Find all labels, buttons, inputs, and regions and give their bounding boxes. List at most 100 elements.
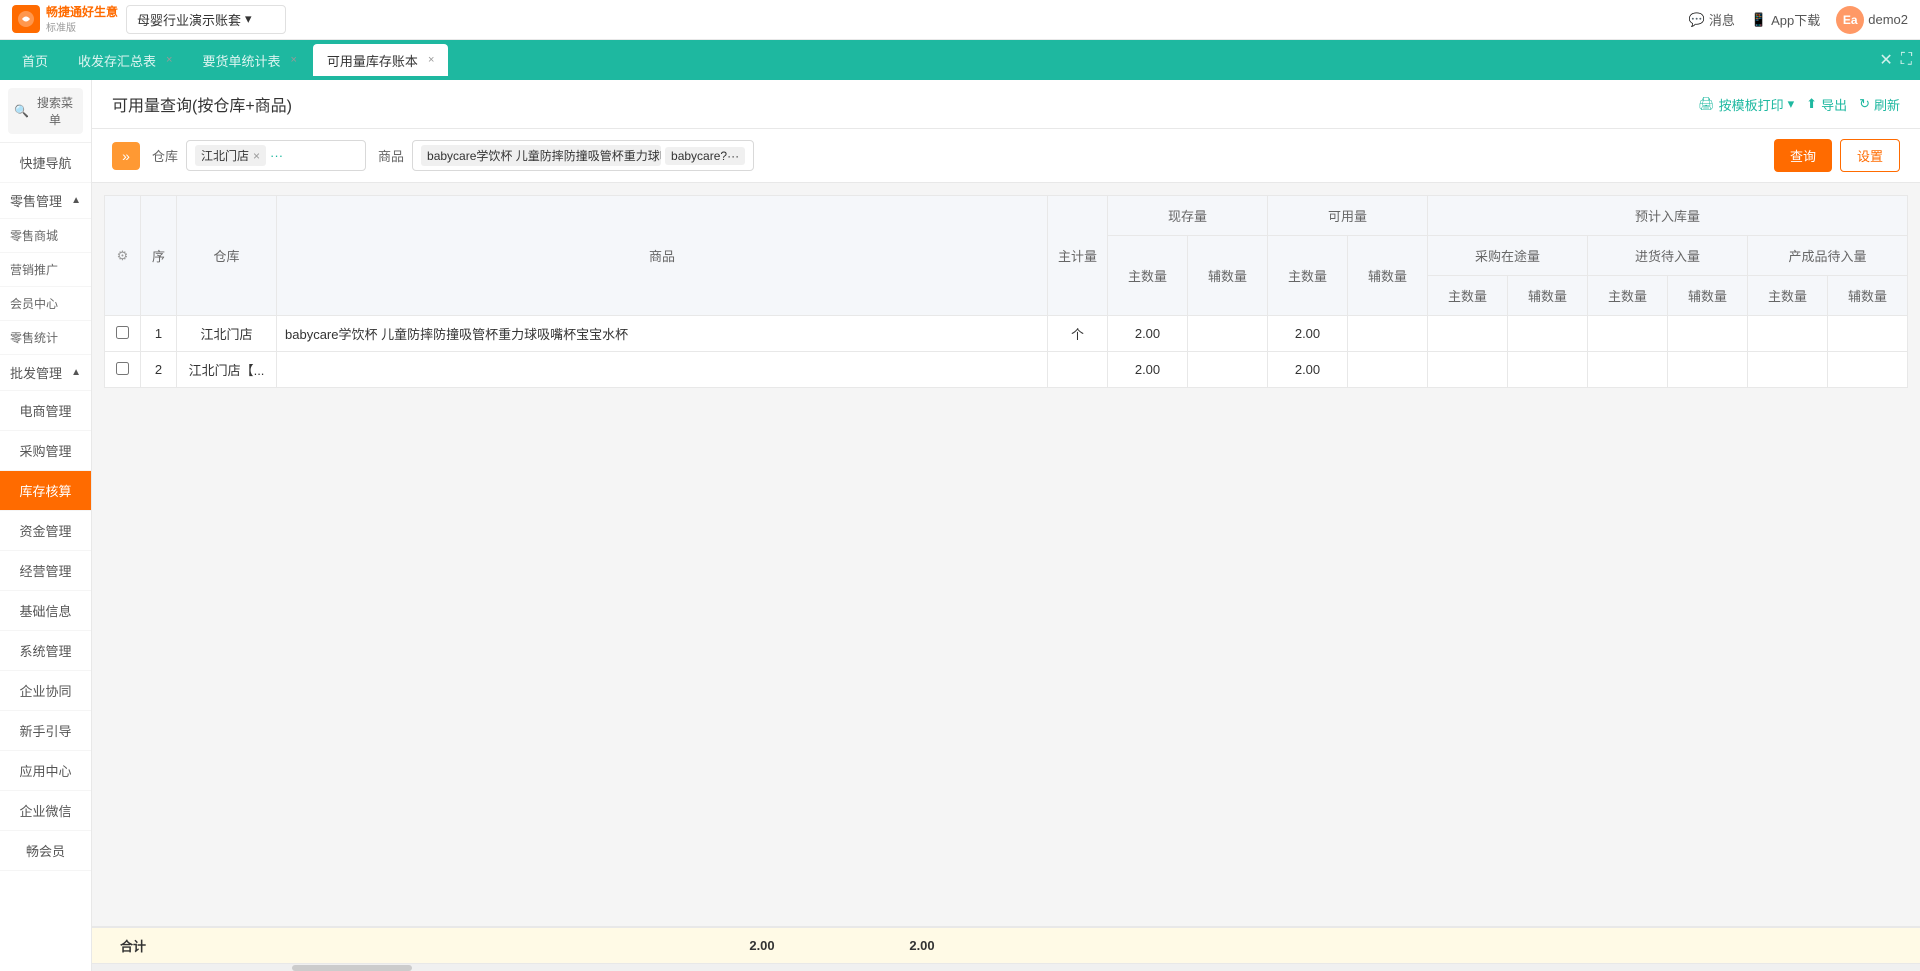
retail-mgmt-arrow: ▲ bbox=[71, 195, 81, 206]
content-area: 可用量查询(按仓库+商品) 🖨 按模板打印 ▾ ⬆ 导出 ↻ 刷新 bbox=[92, 80, 1920, 971]
row-1-production-main bbox=[1748, 352, 1828, 388]
tab1-close[interactable]: × bbox=[166, 54, 172, 66]
col-warehouse-header: 仓库 bbox=[177, 196, 277, 316]
tab3-close[interactable]: × bbox=[428, 54, 434, 66]
col-settings-header[interactable]: ⚙ bbox=[105, 196, 141, 316]
sidebar-item-purchase-mgmt[interactable]: 采购管理 bbox=[0, 431, 91, 471]
row-1-product bbox=[277, 352, 1048, 388]
sidebar-item-inventory-check[interactable]: 库存核算 bbox=[0, 471, 91, 511]
tab2-close[interactable]: × bbox=[290, 54, 296, 66]
col-production-group-header: 产成品待入量 bbox=[1748, 236, 1908, 276]
table-body: 1 江北门店 babycare学饮杯 儿童防摔防撞吸管杯重力球吸嘴杯宝宝水杯 个… bbox=[105, 316, 1908, 388]
column-settings-icon[interactable]: ⚙ bbox=[117, 248, 129, 263]
sidebar-item-enterprise[interactable]: 企业协同 bbox=[0, 671, 91, 711]
col-purchase-aux-header: 辅数量 bbox=[1508, 276, 1588, 316]
col-product-header: 商品 bbox=[277, 196, 1048, 316]
user-area[interactable]: Ea demo2 bbox=[1836, 6, 1908, 34]
product-filter-input[interactable]: babycare学饮杯 儿童防摔防撞吸管杯重力球吸嘴杯宝宝水杯 × babyca… bbox=[412, 140, 754, 171]
col-available-aux-header: 辅数量 bbox=[1348, 236, 1428, 316]
search-icon: 🔍 bbox=[14, 104, 29, 118]
setting-button[interactable]: 设置 bbox=[1840, 139, 1900, 172]
row-0-inbound-aux bbox=[1668, 316, 1748, 352]
sidebar-item-app-center[interactable]: 应用中心 bbox=[0, 751, 91, 791]
sidebar-item-basic-info[interactable]: 基础信息 bbox=[0, 591, 91, 631]
sidebar-item-enterprise-wechat[interactable]: 企业微信 bbox=[0, 791, 91, 831]
row-0-warehouse: 江北门店 bbox=[177, 316, 277, 352]
row-1-purchase-aux bbox=[1508, 352, 1588, 388]
warehouse-more[interactable]: ··· bbox=[270, 148, 283, 163]
row-1-warehouse: 江北门店【... bbox=[177, 352, 277, 388]
sidebar-item-shortcut[interactable]: 快捷导航 bbox=[0, 143, 91, 183]
row-checkbox[interactable] bbox=[116, 362, 129, 375]
sidebar-item-wholesale-mgmt[interactable]: 批发管理 ▲ bbox=[0, 355, 91, 391]
table-row: 2 江北门店【... 2.00 2.00 bbox=[105, 352, 1908, 388]
template-print-btn[interactable]: 🖨 按模板打印 ▾ bbox=[1698, 95, 1794, 114]
warehouse-filter-input[interactable]: 江北门店 × ··· bbox=[186, 140, 366, 171]
filter-expand-btn[interactable]: » bbox=[112, 142, 140, 170]
sidebar-item-ecom-mgmt[interactable]: 电商管理 bbox=[0, 391, 91, 431]
sidebar-item-retail-stats[interactable]: 零售统计 bbox=[0, 321, 91, 355]
sidebar-item-marketing[interactable]: 营销推广 bbox=[0, 253, 91, 287]
row-1-inbound-aux bbox=[1668, 352, 1748, 388]
row-1-inbound-main bbox=[1588, 352, 1668, 388]
sidebar-search-area: 🔍 搜索菜单 bbox=[0, 80, 91, 143]
col-unit-header: 主计量 bbox=[1048, 196, 1108, 316]
row-0-inbound-main bbox=[1588, 316, 1668, 352]
sidebar-item-retail-mgmt[interactable]: 零售管理 ▲ bbox=[0, 183, 91, 219]
refresh-btn[interactable]: ↻ 刷新 bbox=[1859, 95, 1900, 114]
tab-order-stats[interactable]: 要货单统计表 × bbox=[188, 44, 310, 76]
sidebar-item-ops-mgmt[interactable]: 经营管理 bbox=[0, 551, 91, 591]
sidebar-item-retail-mall[interactable]: 零售商城 bbox=[0, 219, 91, 253]
refresh-icon: ↻ bbox=[1859, 96, 1870, 112]
query-button[interactable]: 查询 bbox=[1774, 139, 1832, 172]
warehouse-tag-delete[interactable]: × bbox=[253, 149, 260, 163]
row-checkbox[interactable] bbox=[116, 326, 129, 339]
expand-icon: » bbox=[122, 148, 130, 164]
warehouse-tag: 江北门店 × bbox=[195, 145, 266, 166]
org-selector[interactable]: 母婴行业演示账套 ▾ bbox=[126, 5, 286, 34]
sidebar-item-member-center[interactable]: 会员中心 bbox=[0, 287, 91, 321]
search-menu-btn[interactable]: 🔍 搜索菜单 bbox=[8, 88, 83, 134]
row-0-production-main bbox=[1748, 316, 1828, 352]
topbar: 畅捷通好生意 标准版 母婴行业演示账套 ▾ 💬 消息 📱 App下载 Ea de… bbox=[0, 0, 1920, 40]
total-label: 合计 bbox=[112, 936, 312, 955]
export-btn[interactable]: ⬆ 导出 bbox=[1806, 95, 1847, 114]
row-0-product: babycare学饮杯 儿童防摔防撞吸管杯重力球吸嘴杯宝宝水杯 bbox=[277, 316, 1048, 352]
tab-receive-summary[interactable]: 收发存汇总表 × bbox=[64, 44, 186, 76]
row-1-no: 2 bbox=[141, 352, 177, 388]
row-1-production-aux bbox=[1828, 352, 1908, 388]
sidebar-item-sys-mgmt[interactable]: 系统管理 bbox=[0, 631, 91, 671]
print-icon: 🖨 bbox=[1698, 96, 1715, 112]
sidebar-item-new-guide[interactable]: 新手引导 bbox=[0, 711, 91, 751]
col-production-main-header: 主数量 bbox=[1748, 276, 1828, 316]
message-btn[interactable]: 💬 消息 bbox=[1689, 10, 1735, 29]
tab-available-inventory[interactable]: 可用量库存账本 × bbox=[313, 44, 448, 76]
row-0-production-aux bbox=[1828, 316, 1908, 352]
maximize-btn[interactable]: ⛶ bbox=[1901, 51, 1912, 69]
tab-home[interactable]: 首页 bbox=[8, 44, 62, 76]
sidebar-item-vip-member[interactable]: 畅会员 bbox=[0, 831, 91, 871]
logo-text: 畅捷通好生意 bbox=[46, 5, 118, 19]
product-tag-1: babycare学饮杯 儿童防摔防撞吸管杯重力球吸嘴杯宝宝水杯 × bbox=[421, 145, 661, 166]
row-1-available-aux bbox=[1348, 352, 1428, 388]
row-0-select[interactable] bbox=[105, 316, 141, 352]
app-download-btn[interactable]: 📱 App下载 bbox=[1751, 10, 1820, 29]
app-label: App下载 bbox=[1771, 10, 1820, 29]
col-no-header: 序 bbox=[141, 196, 177, 316]
row-1-stock-main: 2.00 bbox=[1108, 352, 1188, 388]
close-window-btn[interactable]: ✕ bbox=[1879, 50, 1892, 70]
logo-text-area: 畅捷通好生意 标准版 bbox=[46, 5, 118, 34]
data-table: ⚙ 序 仓库 商品 主计量 现存量 可用量 预计入库量 主数量 辅 bbox=[104, 195, 1908, 388]
row-0-available-aux bbox=[1348, 316, 1428, 352]
row-1-select[interactable] bbox=[105, 352, 141, 388]
logo-sub: 标准版 bbox=[46, 19, 118, 34]
col-stock-aux-header: 辅数量 bbox=[1188, 236, 1268, 316]
window-controls: ✕ ⛶ bbox=[1879, 50, 1912, 70]
avatar: Ea bbox=[1836, 6, 1864, 34]
page-header: 可用量查询(按仓库+商品) 🖨 按模板打印 ▾ ⬆ 导出 ↻ 刷新 bbox=[92, 80, 1920, 129]
sidebar-item-finance-mgmt[interactable]: 资金管理 bbox=[0, 511, 91, 551]
horizontal-scrollbar[interactable] bbox=[92, 963, 1920, 971]
row-1-available-main: 2.00 bbox=[1268, 352, 1348, 388]
row-1-unit bbox=[1048, 352, 1108, 388]
row-0-no: 1 bbox=[141, 316, 177, 352]
